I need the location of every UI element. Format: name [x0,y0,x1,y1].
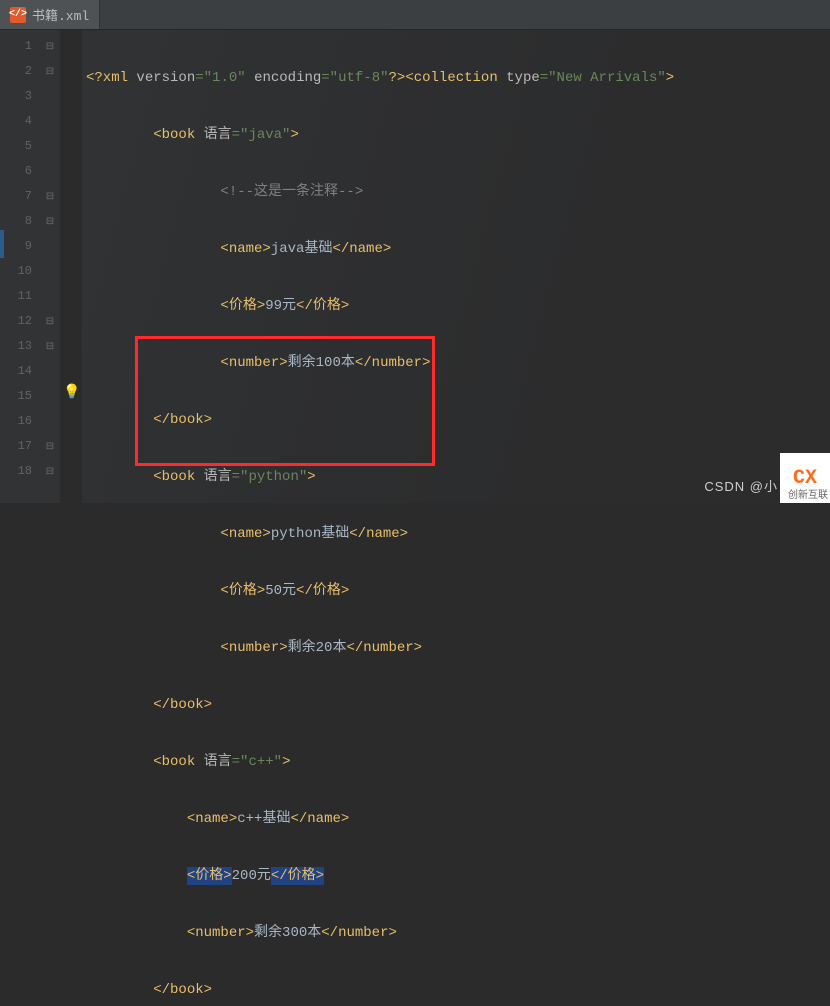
line-number: 18 [0,459,40,484]
line-number: 17 [0,434,40,459]
code-line[interactable]: </book> [82,408,830,433]
fold-toggle-icon[interactable]: ⊟ [40,59,60,84]
fold-end-icon[interactable]: ⊟ [40,184,60,209]
line-number: 8 [0,209,40,234]
tab-bar: </> 书籍.xml [0,0,830,30]
code-line[interactable]: <name>python基础</name> [82,522,830,547]
code-line[interactable]: </book> [82,978,830,1003]
line-number: 13 [0,334,40,359]
code-line[interactable]: <book 语言="c++"> [82,750,830,775]
line-number: 3 [0,84,40,109]
line-number: 11 [0,284,40,309]
intention-bulb-icon[interactable]: 💡 [63,384,80,401]
code-content[interactable]: <?xml version="1.0" encoding="utf-8"?><c… [82,30,830,503]
code-line[interactable]: <book 语言="java"> [82,123,830,148]
line-number: 6 [0,159,40,184]
change-marker [0,230,4,258]
code-line[interactable]: <价格>99元</价格> [82,294,830,319]
code-line[interactable]: <价格>50元</价格> [82,579,830,604]
code-line[interactable]: <?xml version="1.0" encoding="utf-8"?><c… [82,66,830,91]
line-number: 7 [0,184,40,209]
line-number: 1 [0,34,40,59]
watermark-csdn: CSDN @小 [704,476,778,495]
code-line[interactable]: <number>剩余100本</number> [82,351,830,376]
line-number: 10 [0,259,40,284]
line-number: 9 [0,234,40,259]
tab-filename: 书籍.xml [32,5,89,24]
code-line[interactable]: <number>剩余20本</number> [82,636,830,661]
fold-gutter: ⊟ ⊟ ⊟ ⊟ ⊟ ⊟ ⊟ ⊟ [40,30,60,503]
line-number-gutter: 1 2 3 4 5 6 7 8 9 10 11 12 13 14 15 16 1… [0,30,40,503]
line-number: 5 [0,134,40,159]
fold-end-icon[interactable]: ⊟ [40,434,60,459]
fold-toggle-icon[interactable]: ⊟ [40,334,60,359]
code-line[interactable]: <name>java基础</name> [82,237,830,262]
file-tab[interactable]: </> 书籍.xml [0,0,100,29]
line-number: 2 [0,59,40,84]
code-line[interactable]: <!--这是一条注释--> [82,180,830,205]
fold-end-icon[interactable]: ⊟ [40,459,60,484]
xml-file-icon: </> [10,7,26,23]
code-line[interactable]: <number>剩余300本</number> [82,921,830,946]
annotation-gutter: 💡 [60,30,82,503]
line-number: 4 [0,109,40,134]
code-line[interactable]: </book> [82,693,830,718]
editor-area[interactable]: 1 2 3 4 5 6 7 8 9 10 11 12 13 14 15 16 1… [0,30,830,503]
fold-toggle-icon[interactable]: ⊟ [40,209,60,234]
line-number: 14 [0,359,40,384]
code-line[interactable]: <name>c++基础</name> [82,807,830,832]
code-line[interactable]: <价格>200元</价格> [82,864,830,889]
line-number: 16 [0,409,40,434]
watermark-brand: 创新互联 [788,486,828,501]
line-number: 15 [0,384,40,409]
line-number: 12 [0,309,40,334]
fold-toggle-icon[interactable]: ⊟ [40,34,60,59]
fold-end-icon[interactable]: ⊟ [40,309,60,334]
